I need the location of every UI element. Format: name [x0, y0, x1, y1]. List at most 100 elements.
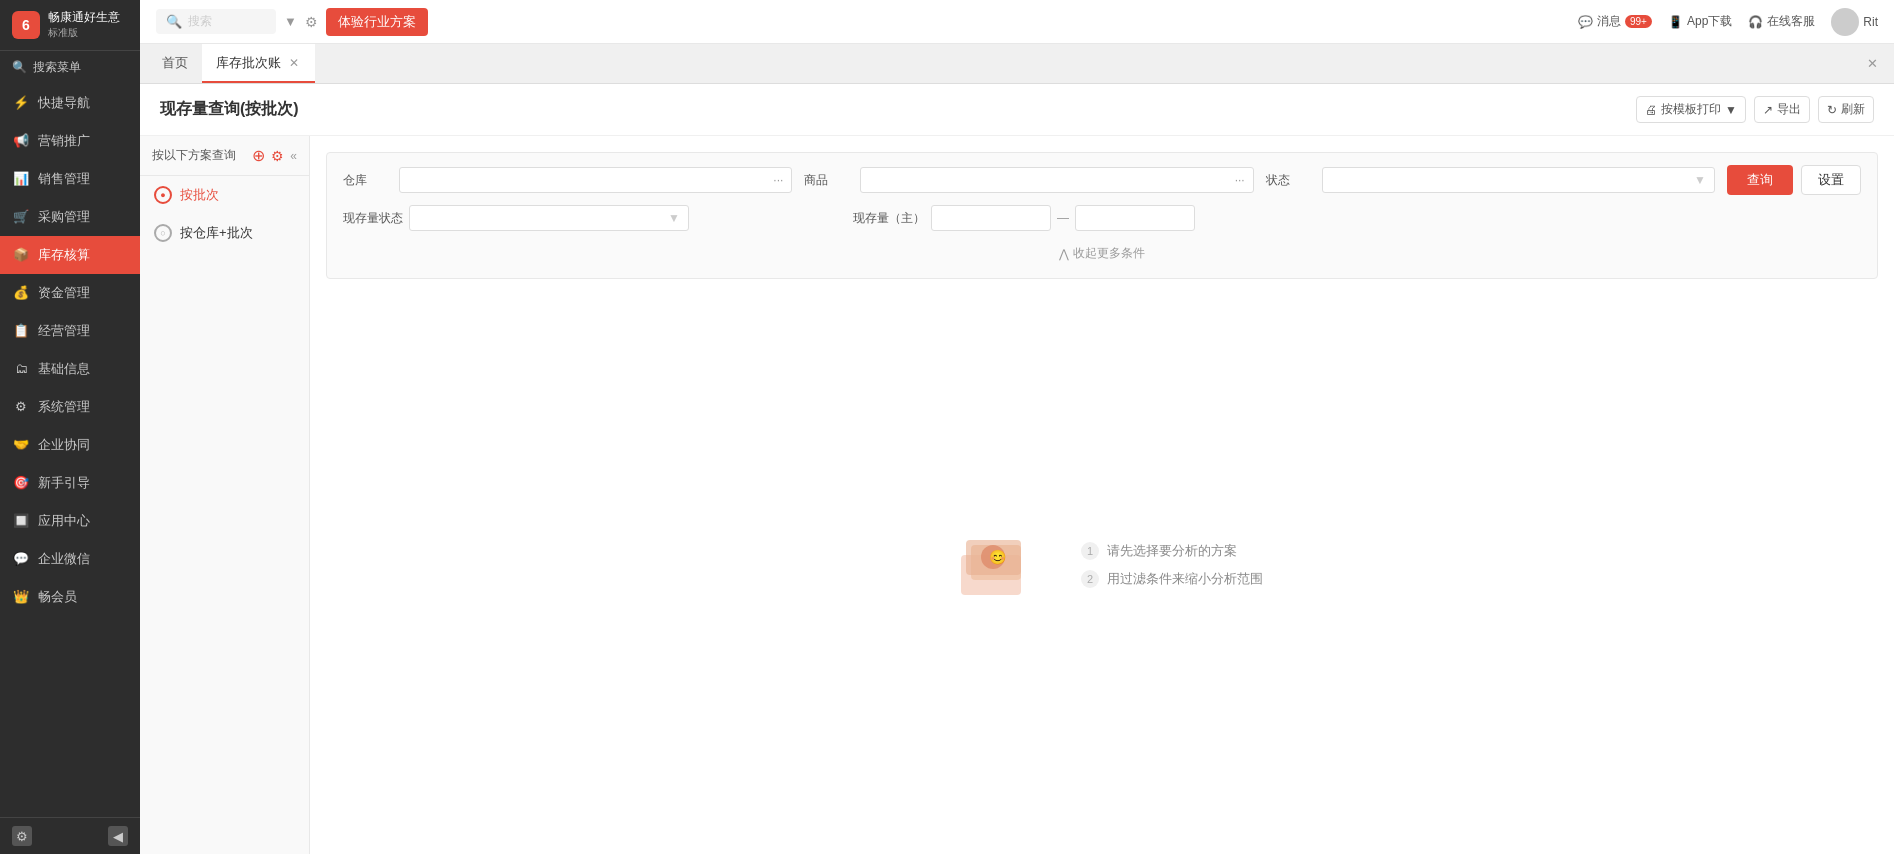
quick-nav-icon: ⚡	[12, 94, 30, 112]
sidebar-logo: 6 畅康通好生意 标准版	[0, 0, 140, 51]
search-menu-item[interactable]: 🔍 搜索菜单	[0, 51, 140, 84]
sidebar-item-marketing[interactable]: 📢 营销推广	[0, 122, 140, 160]
sidebar-item-basic[interactable]: 🗂 基础信息	[0, 350, 140, 388]
tab-batch-account[interactable]: 库存批次账 ✕	[202, 44, 315, 83]
filter-bar: 仓库 ··· 商品 ···	[326, 152, 1878, 279]
sidebar-bottom: ⚙ ◀	[0, 817, 140, 854]
left-panel: 按以下方案查询 ⊕ ⚙ « ● 按批次 ○ 按仓库+批次	[140, 136, 310, 854]
operations-icon: 📋	[12, 322, 30, 340]
user-avatar	[1831, 8, 1859, 36]
empty-tip-2: 2 用过滤条件来缩小分析范围	[1081, 570, 1263, 588]
purchase-icon: 🛒	[12, 208, 30, 226]
inventory-icon: 📦	[12, 246, 30, 264]
page-actions: 🖨 按模板打印 ▼ ↗ 导出 ↻ 刷新	[1636, 96, 1874, 123]
tab-panel-close[interactable]: ✕	[1859, 56, 1886, 71]
search-icon: 🔍	[12, 60, 27, 74]
dropdown-icon[interactable]: ▼	[284, 14, 297, 29]
stock-status-dropdown-icon[interactable]: ▼	[668, 211, 680, 225]
sales-icon: 📊	[12, 170, 30, 188]
print-icon: 🖨	[1645, 103, 1657, 117]
wechat-icon: 💬	[12, 550, 30, 568]
query-button[interactable]: 查询	[1727, 165, 1793, 195]
phone-icon: 📱	[1668, 15, 1683, 29]
sidebar-item-sales[interactable]: 📊 销售管理	[0, 160, 140, 198]
left-panel-actions: ⊕ ⚙ «	[252, 146, 297, 165]
main-area: 🔍 搜索 ▼ ⚙ 体验行业方案 💬 消息 99+ 📱 App下载 🎧 在线客服	[140, 0, 1894, 854]
messages-btn[interactable]: 💬 消息 99+	[1578, 13, 1652, 30]
filter-actions: 查询 设置	[1727, 165, 1861, 195]
scheme-by-warehouse-batch[interactable]: ○ 按仓库+批次	[140, 214, 309, 252]
online-service-btn[interactable]: 🎧 在线客服	[1748, 13, 1815, 30]
product-more-btn[interactable]: ···	[1235, 173, 1245, 187]
app-download-btn[interactable]: 📱 App下载	[1668, 13, 1732, 30]
sidebar-item-quick-nav[interactable]: ⚡ 快捷导航	[0, 84, 140, 122]
print-dropdown-icon[interactable]: ▼	[1725, 103, 1737, 117]
left-panel-header: 按以下方案查询 ⊕ ⚙ «	[140, 136, 309, 176]
print-btn[interactable]: 🖨 按模板打印 ▼	[1636, 96, 1746, 123]
stock-main-min-input[interactable]	[931, 205, 1051, 231]
filter-row-2: 现存量状态 ▼ 现存量（主） —	[343, 205, 1861, 231]
add-scheme-btn[interactable]: ⊕	[252, 146, 265, 165]
right-panel: 仓库 ··· 商品 ···	[310, 136, 1894, 854]
collapse-panel-btn[interactable]: «	[290, 149, 297, 163]
search-icon: 🔍	[166, 14, 182, 29]
collapse-icon: ⋀	[1059, 247, 1069, 261]
sidebar-item-member[interactable]: 👑 畅会员	[0, 578, 140, 616]
top-bar: 🔍 搜索 ▼ ⚙ 体验行业方案 💬 消息 99+ 📱 App下载 🎧 在线客服	[140, 0, 1894, 44]
sidebar-item-apps[interactable]: 🔲 应用中心	[0, 502, 140, 540]
user-avatar-btn[interactable]: Rit	[1831, 8, 1878, 36]
tab-home[interactable]: 首页	[148, 44, 202, 83]
scheme-by-batch[interactable]: ● 按批次	[140, 176, 309, 214]
collapse-more-btn[interactable]: ⋀ 收起更多条件	[343, 241, 1861, 266]
page-header: 现存量查询(按批次) 🖨 按模板打印 ▼ ↗ 导出 ↻ 刷新	[140, 84, 1894, 136]
product-input[interactable]: ···	[860, 167, 1253, 193]
stock-main-max-input[interactable]	[1075, 205, 1195, 231]
warehouse-input[interactable]: ···	[399, 167, 792, 193]
warehouse-more-btn[interactable]: ···	[773, 173, 783, 187]
sidebar-item-newbie[interactable]: 🎯 新手引导	[0, 464, 140, 502]
warehouse-filter: 仓库 ···	[343, 167, 792, 193]
sidebar-item-purchase[interactable]: 🛒 采购管理	[0, 198, 140, 236]
filter-row-1: 仓库 ··· 商品 ···	[343, 165, 1861, 195]
apps-icon: 🔲	[12, 512, 30, 530]
export-btn[interactable]: ↗ 导出	[1754, 96, 1810, 123]
settings-button[interactable]: 设置	[1801, 165, 1861, 195]
empty-tip-1: 1 请先选择要分析的方案	[1081, 542, 1263, 560]
stock-status-filter: 现存量状态 ▼	[343, 205, 841, 231]
experience-btn[interactable]: 体验行业方案	[326, 8, 428, 36]
scheme-settings-btn[interactable]: ⚙	[271, 148, 284, 164]
stock-status-input[interactable]: ▼	[409, 205, 689, 231]
app-logo-text: 畅康通好生意 标准版	[48, 10, 120, 40]
tab-close-btn[interactable]: ✕	[287, 56, 301, 70]
empty-state: 😊 1 请先选择要分析的方案 2 用过滤条件来缩小分析范围	[326, 291, 1878, 838]
system-icon: ⚙	[12, 398, 30, 416]
status-dropdown-icon[interactable]: ▼	[1694, 173, 1706, 187]
app-logo-icon: 6	[12, 11, 40, 39]
sidebar-item-inventory[interactable]: 📦 库存核算	[0, 236, 140, 274]
sidebar-item-finance[interactable]: 💰 资金管理	[0, 274, 140, 312]
headset-icon: 🎧	[1748, 15, 1763, 29]
top-bar-search[interactable]: 🔍 搜索	[156, 9, 276, 34]
finance-icon: 💰	[12, 284, 30, 302]
member-icon: 👑	[12, 588, 30, 606]
sidebar-item-enterprise[interactable]: 🤝 企业协同	[0, 426, 140, 464]
sidebar-item-operations[interactable]: 📋 经营管理	[0, 312, 140, 350]
svg-text:😊: 😊	[989, 549, 1007, 566]
empty-illustration: 😊	[941, 515, 1041, 615]
page-body: 按以下方案查询 ⊕ ⚙ « ● 按批次 ○ 按仓库+批次	[140, 136, 1894, 854]
sidebar-scroll-up[interactable]: ⚙	[12, 826, 32, 846]
basic-icon: 🗂	[12, 360, 30, 378]
enterprise-icon: 🤝	[12, 436, 30, 454]
sidebar-item-wechat[interactable]: 💬 企业微信	[0, 540, 140, 578]
empty-tips: 1 请先选择要分析的方案 2 用过滤条件来缩小分析范围	[1081, 542, 1263, 588]
top-bar-left: 🔍 搜索 ▼ ⚙ 体验行业方案	[156, 8, 428, 36]
status-input[interactable]: ▼	[1322, 167, 1715, 193]
refresh-btn[interactable]: ↻ 刷新	[1818, 96, 1874, 123]
product-filter: 商品 ···	[804, 167, 1253, 193]
sidebar-collapse[interactable]: ◀	[108, 826, 128, 846]
sidebar: 6 畅康通好生意 标准版 🔍 搜索菜单 ⚡ 快捷导航 📢 营销推广 📊 销售管理…	[0, 0, 140, 854]
stock-main-filter: 现存量（主） —	[853, 205, 1351, 231]
marketing-icon: 📢	[12, 132, 30, 150]
settings-gear-icon[interactable]: ⚙	[305, 14, 318, 30]
sidebar-item-system[interactable]: ⚙ 系统管理	[0, 388, 140, 426]
